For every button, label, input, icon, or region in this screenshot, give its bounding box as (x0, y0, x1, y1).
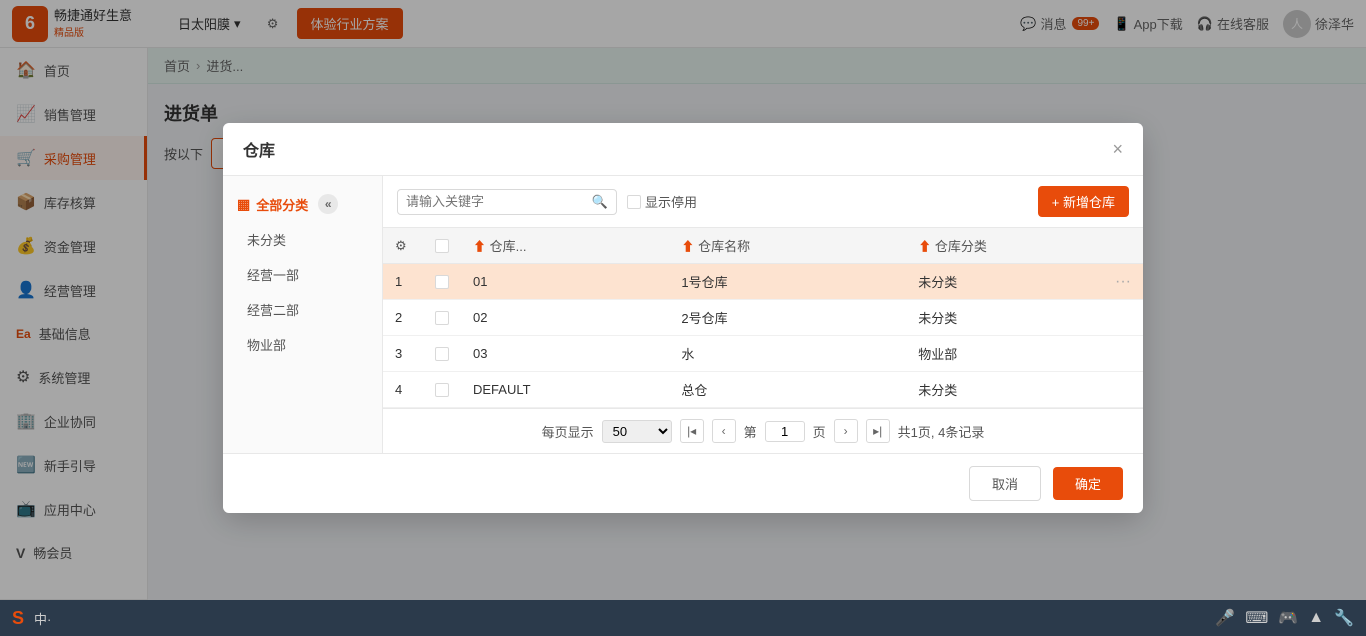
confirm-btn[interactable]: 确定 (1053, 467, 1123, 500)
row-index: 1 (383, 264, 423, 300)
row-checkbox[interactable] (423, 264, 461, 300)
row-name: 1号仓库 (669, 264, 906, 300)
add-warehouse-btn[interactable]: + 新增仓库 (1038, 186, 1129, 217)
last-page-btn[interactable]: ▸| (866, 419, 890, 443)
categories-label: 全部分类 (256, 195, 308, 214)
category-operation-1[interactable]: 经营一部 (223, 257, 382, 292)
row-actions-icon[interactable]: ··· (1115, 273, 1131, 291)
warehouse-table: ⚙ ⬆ 仓库... ⬆ (383, 228, 1143, 408)
category-unclassified[interactable]: 未分类 (223, 222, 382, 257)
show-disabled-checkbox[interactable] (627, 195, 641, 209)
table-header-row: ⚙ ⬆ 仓库... ⬆ (383, 228, 1143, 264)
first-page-btn[interactable]: |◂ (680, 419, 704, 443)
gamepad-icon[interactable]: 🎮 (1278, 608, 1298, 628)
row-category: 未分类 (906, 372, 1143, 408)
warehouse-modal: 仓库 × ▦ 全部分类 « 未分类 经营一部 经营二部 物业部 (223, 123, 1143, 513)
warehouse-table-body: 1 01 1号仓库 未分类 ··· 2 (383, 264, 1143, 408)
row-category: 未分类 (906, 300, 1143, 336)
page-label: 第 (744, 422, 757, 441)
row-code: DEFAULT (461, 372, 669, 408)
row-code: 03 (461, 336, 669, 372)
prev-page-btn[interactable]: ‹ (712, 419, 736, 443)
modal-action-footer: 取消 确定 (223, 453, 1143, 513)
th-code: ⬆ 仓库... (461, 228, 669, 264)
sort-icon: ⬆ (473, 239, 486, 254)
row-checkbox[interactable] (423, 300, 461, 336)
category-operation-2[interactable]: 经营二部 (223, 292, 382, 327)
bottom-bar: S 中· 🎤 ⌨ 🎮 ▲ 🔧 (0, 600, 1366, 636)
search-icon[interactable]: 🔍 (592, 194, 608, 210)
th-category: ⬆ 仓库分类 (906, 228, 1143, 264)
row-code: 02 (461, 300, 669, 336)
total-info: 共1页, 4条记录 (898, 422, 985, 441)
row-index: 4 (383, 372, 423, 408)
bottom-logo: S (12, 608, 24, 629)
table-row[interactable]: 1 01 1号仓库 未分类 ··· (383, 264, 1143, 300)
sort-icon-cat: ⬆ (918, 239, 931, 254)
arrow-icon[interactable]: ▲ (1308, 609, 1324, 627)
modal-overlay: 仓库 × ▦ 全部分类 « 未分类 经营一部 经营二部 物业部 (0, 0, 1366, 636)
sort-icon-name: ⬆ (681, 239, 694, 254)
bottom-icons: 🎤 ⌨ 🎮 ▲ 🔧 (1215, 608, 1354, 628)
table-row[interactable]: 4 DEFAULT 总仓 未分类 (383, 372, 1143, 408)
row-name: 2号仓库 (669, 300, 906, 336)
th-gear: ⚙ (383, 228, 423, 264)
warehouse-table-wrap: ⚙ ⬆ 仓库... ⬆ (383, 228, 1143, 408)
row-checkbox[interactable] (423, 372, 461, 408)
page-end-label: 页 (813, 422, 826, 441)
row-checkbox[interactable] (423, 336, 461, 372)
modal-toolbar: 🔍 显示停用 + 新增仓库 (383, 176, 1143, 228)
page-size-select[interactable]: 50 100 200 (602, 420, 672, 443)
modal-body: ▦ 全部分类 « 未分类 经营一部 经营二部 物业部 🔍 (223, 176, 1143, 453)
wrench-icon[interactable]: 🔧 (1334, 608, 1354, 628)
page-input[interactable] (765, 421, 805, 442)
th-name: ⬆ 仓库名称 (669, 228, 906, 264)
row-index: 3 (383, 336, 423, 372)
modal-header: 仓库 × (223, 123, 1143, 176)
table-row[interactable]: 3 03 水 物业部 (383, 336, 1143, 372)
show-disabled-wrap[interactable]: 显示停用 (627, 192, 697, 211)
row-category: 未分类 ··· (906, 264, 1143, 299)
row-code: 01 (461, 264, 669, 300)
row-name: 总仓 (669, 372, 906, 408)
modal-title: 仓库 (243, 137, 275, 161)
table-row[interactable]: 2 02 2号仓库 未分类 (383, 300, 1143, 336)
bottom-text-cn: 中· (34, 609, 51, 628)
keyboard-icon[interactable]: ⌨ (1245, 608, 1268, 628)
next-page-btn[interactable]: › (834, 419, 858, 443)
pagination-bar: 每页显示 50 100 200 |◂ ‹ 第 页 › ▸| 共1页, 4条记录 (383, 408, 1143, 453)
collapse-btn[interactable]: « (318, 194, 338, 214)
page-size-label: 每页显示 (542, 422, 594, 441)
row-category: 物业部 (906, 336, 1143, 372)
category-property[interactable]: 物业部 (223, 327, 382, 362)
header-checkbox[interactable] (435, 239, 449, 253)
row-name: 水 (669, 336, 906, 372)
modal-category-sidebar: ▦ 全部分类 « 未分类 经营一部 经营二部 物业部 (223, 176, 383, 453)
th-checkbox (423, 228, 461, 264)
modal-close-btn[interactable]: × (1112, 139, 1123, 160)
gear-icon[interactable]: ⚙ (395, 238, 407, 253)
cancel-btn[interactable]: 取消 (969, 466, 1041, 501)
grid-icon: ▦ (237, 196, 250, 213)
show-disabled-label: 显示停用 (645, 192, 697, 211)
search-input-wrap[interactable]: 🔍 (397, 189, 617, 215)
search-input[interactable] (406, 194, 586, 209)
modal-all-categories[interactable]: ▦ 全部分类 « (223, 186, 382, 222)
row-index: 2 (383, 300, 423, 336)
mic-icon[interactable]: 🎤 (1215, 608, 1235, 628)
modal-main-panel: 🔍 显示停用 + 新增仓库 ⚙ (383, 176, 1143, 453)
